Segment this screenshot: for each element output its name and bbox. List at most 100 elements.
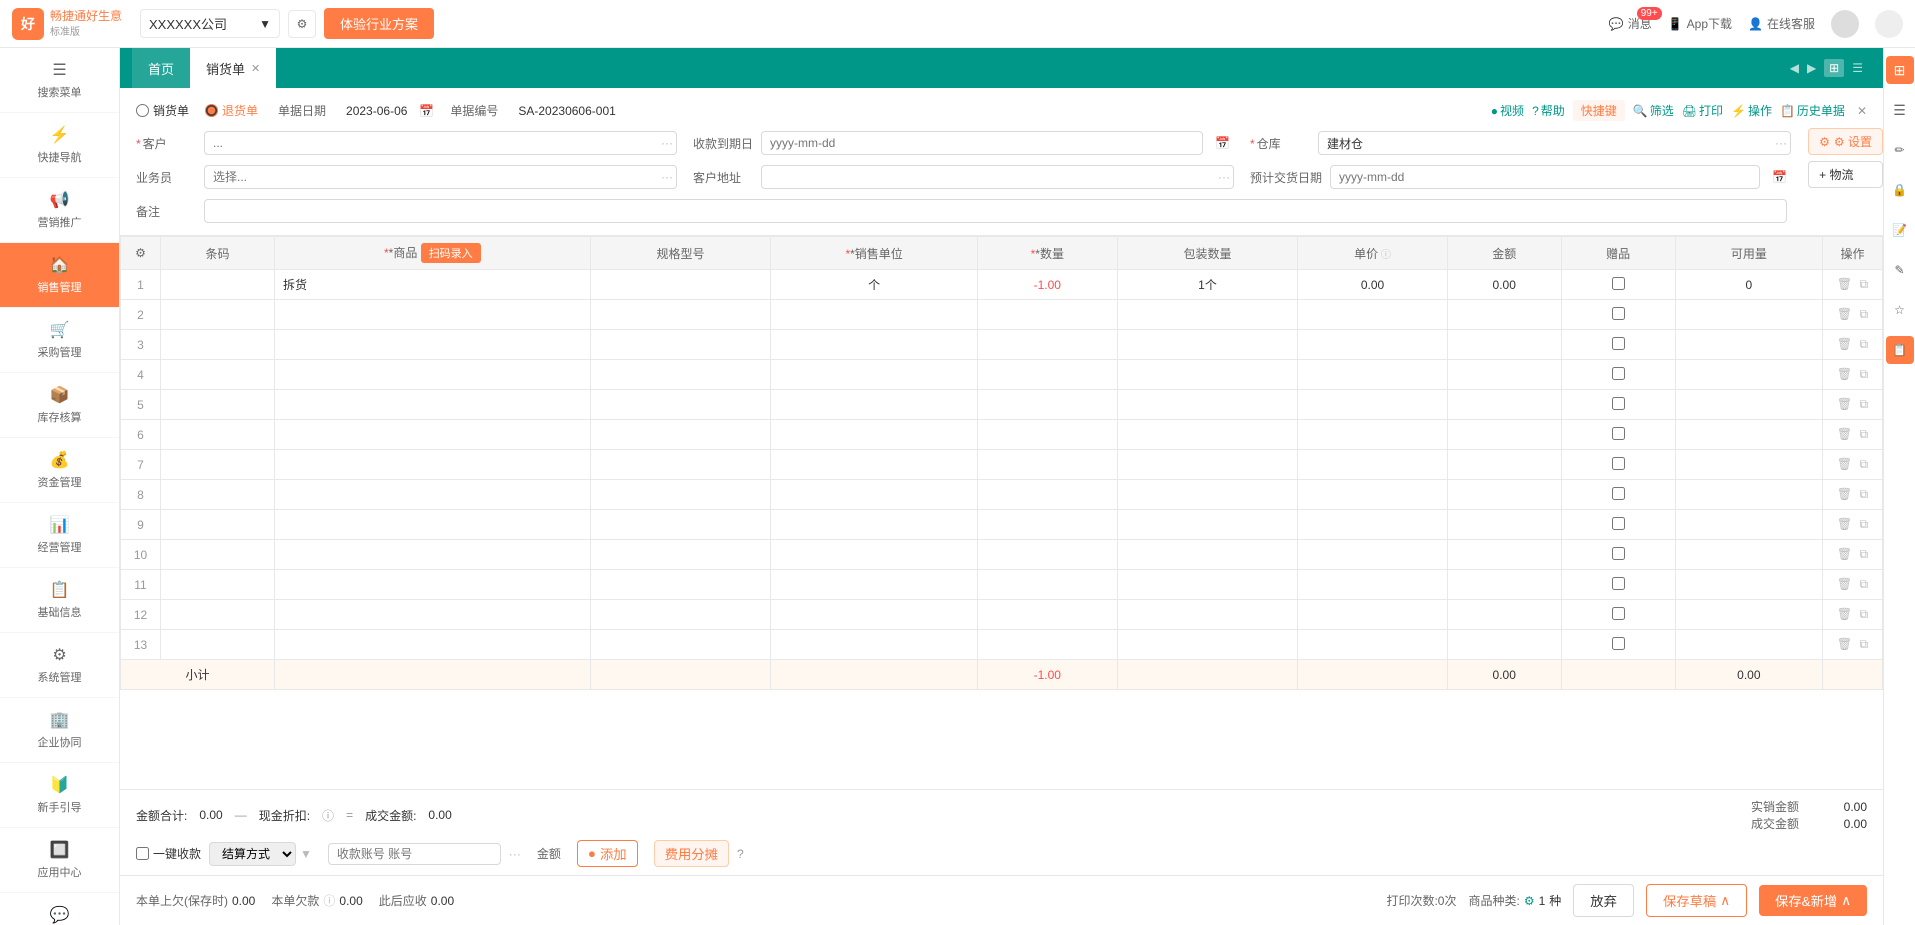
account-input[interactable] [328,843,501,865]
row-amount[interactable] [1447,390,1561,420]
row-gift[interactable] [1561,300,1675,330]
row-product[interactable] [274,510,590,540]
message-button[interactable]: 💬 消息 99+ [1609,15,1652,32]
row-unit-price[interactable] [1298,510,1447,540]
row-pack-qty[interactable] [1117,570,1298,600]
row-barcode[interactable] [161,270,275,300]
copy-icon[interactable]: ⧉ [1860,457,1869,471]
tab-close-icon[interactable]: ✕ [251,62,260,75]
row-quantity[interactable] [977,540,1117,570]
operate-btn[interactable]: ⚡ 操作 [1731,102,1772,119]
row-unit-price[interactable] [1298,600,1447,630]
row-unit[interactable] [771,360,978,390]
copy-icon[interactable]: ⧉ [1860,547,1869,561]
right-sidebar-orange-icon[interactable]: 📋 [1886,336,1914,364]
delete-icon[interactable]: 🗑 [1837,457,1852,471]
payment-method-more-icon[interactable]: ▼ [300,847,312,861]
row-product[interactable] [274,300,590,330]
online-service-button[interactable]: 👤 在线客服 [1748,15,1815,32]
row-barcode[interactable] [161,540,275,570]
row-product[interactable] [274,330,590,360]
row-gift[interactable] [1561,390,1675,420]
salesperson-more-icon[interactable]: ··· [661,170,673,184]
row-pack-qty[interactable] [1117,630,1298,660]
copy-icon[interactable]: ⧉ [1860,397,1869,411]
copy-icon[interactable]: ⧉ [1860,637,1869,651]
delete-icon[interactable]: 🗑 [1837,487,1852,501]
row-product[interactable] [274,630,590,660]
delete-icon[interactable]: 🗑 [1837,307,1852,321]
row-quantity[interactable] [977,300,1117,330]
fee-question-icon[interactable]: ? [737,847,744,861]
logistics-button[interactable]: + 物流 [1808,161,1883,188]
history-btn[interactable]: 📋 历史单据 [1780,102,1845,119]
gift-checkbox[interactable] [1612,487,1625,500]
row-unit[interactable] [771,600,978,630]
row-pack-qty[interactable] [1117,540,1298,570]
row-pack-qty[interactable] [1117,450,1298,480]
radio-sales[interactable]: 销货单 [136,102,189,119]
row-quantity[interactable] [977,360,1117,390]
row-quantity[interactable] [977,570,1117,600]
row-spec[interactable] [590,450,771,480]
row-quantity[interactable] [977,450,1117,480]
sidebar-item-wechat[interactable]: 💬 企业微信 [0,893,119,925]
row-spec[interactable] [590,300,771,330]
gift-checkbox[interactable] [1612,547,1625,560]
row-amount[interactable] [1447,330,1561,360]
right-sidebar-grid-icon[interactable]: ⊞ [1886,56,1914,84]
row-unit[interactable] [771,630,978,660]
sidebar-item-search[interactable]: ☰ 搜索菜单 [0,48,119,113]
discount-question-icon[interactable]: ⓘ [322,807,334,824]
sidebar-item-finance[interactable]: 💰 资金管理 [0,438,119,503]
delete-icon[interactable]: 🗑 [1837,577,1852,591]
row-gift[interactable] [1561,330,1675,360]
row-gift[interactable] [1561,630,1675,660]
customer-more-icon[interactable]: ··· [661,136,673,150]
delete-icon[interactable]: 🗑 [1837,547,1852,561]
sidebar-item-enterprise[interactable]: 🏢 企业协同 [0,698,119,763]
copy-icon[interactable]: ⧉ [1860,517,1869,531]
gift-checkbox[interactable] [1612,367,1625,380]
delete-icon[interactable]: 🗑 [1837,397,1852,411]
col-settings-header[interactable]: ⚙ [121,237,161,270]
row-quantity[interactable] [977,600,1117,630]
copy-icon[interactable]: ⧉ [1860,577,1869,591]
row-quantity[interactable] [977,480,1117,510]
gift-checkbox[interactable] [1612,427,1625,440]
row-gift[interactable] [1561,540,1675,570]
row-pack-qty[interactable] [1117,390,1298,420]
gift-checkbox[interactable] [1612,397,1625,410]
salesperson-input[interactable] [204,165,677,189]
row-unit-price[interactable] [1298,570,1447,600]
copy-icon[interactable]: ⧉ [1860,337,1869,351]
copy-icon[interactable]: ⧉ [1860,427,1869,441]
row-spec[interactable] [590,600,771,630]
row-spec[interactable] [590,360,771,390]
row-gift[interactable] [1561,510,1675,540]
row-unit-price[interactable]: 0.00 [1298,270,1447,300]
row-barcode[interactable] [161,330,275,360]
quick-pay-input[interactable] [136,847,149,860]
right-sidebar-pencil-icon[interactable]: ✎ [1886,256,1914,284]
row-amount[interactable]: 0.00 [1447,270,1561,300]
row-amount[interactable] [1447,540,1561,570]
row-spec[interactable] [590,630,771,660]
row-barcode[interactable] [161,510,275,540]
owe-question-icon[interactable]: ⓘ [323,892,335,909]
row-gift[interactable] [1561,360,1675,390]
sidebar-item-shortcut[interactable]: ⚡ 快捷导航 [0,113,119,178]
copy-icon[interactable]: ⧉ [1860,307,1869,321]
gift-checkbox[interactable] [1612,637,1625,650]
row-spec[interactable] [590,480,771,510]
save-new-button[interactable]: 保存&新增 ∧ [1759,885,1867,916]
delete-icon[interactable]: 🗑 [1837,637,1852,651]
row-gift[interactable] [1561,420,1675,450]
sidebar-item-purchase[interactable]: 🛒 采购管理 [0,308,119,373]
print-btn[interactable]: 🖨 打印 [1682,102,1723,119]
row-barcode[interactable] [161,450,275,480]
sidebar-item-apps[interactable]: 🔲 应用中心 [0,828,119,893]
video-btn[interactable]: ● 视频 [1491,102,1524,119]
filter-btn[interactable]: 🔍 筛选 [1633,102,1674,119]
radio-sales-input[interactable] [136,104,149,117]
